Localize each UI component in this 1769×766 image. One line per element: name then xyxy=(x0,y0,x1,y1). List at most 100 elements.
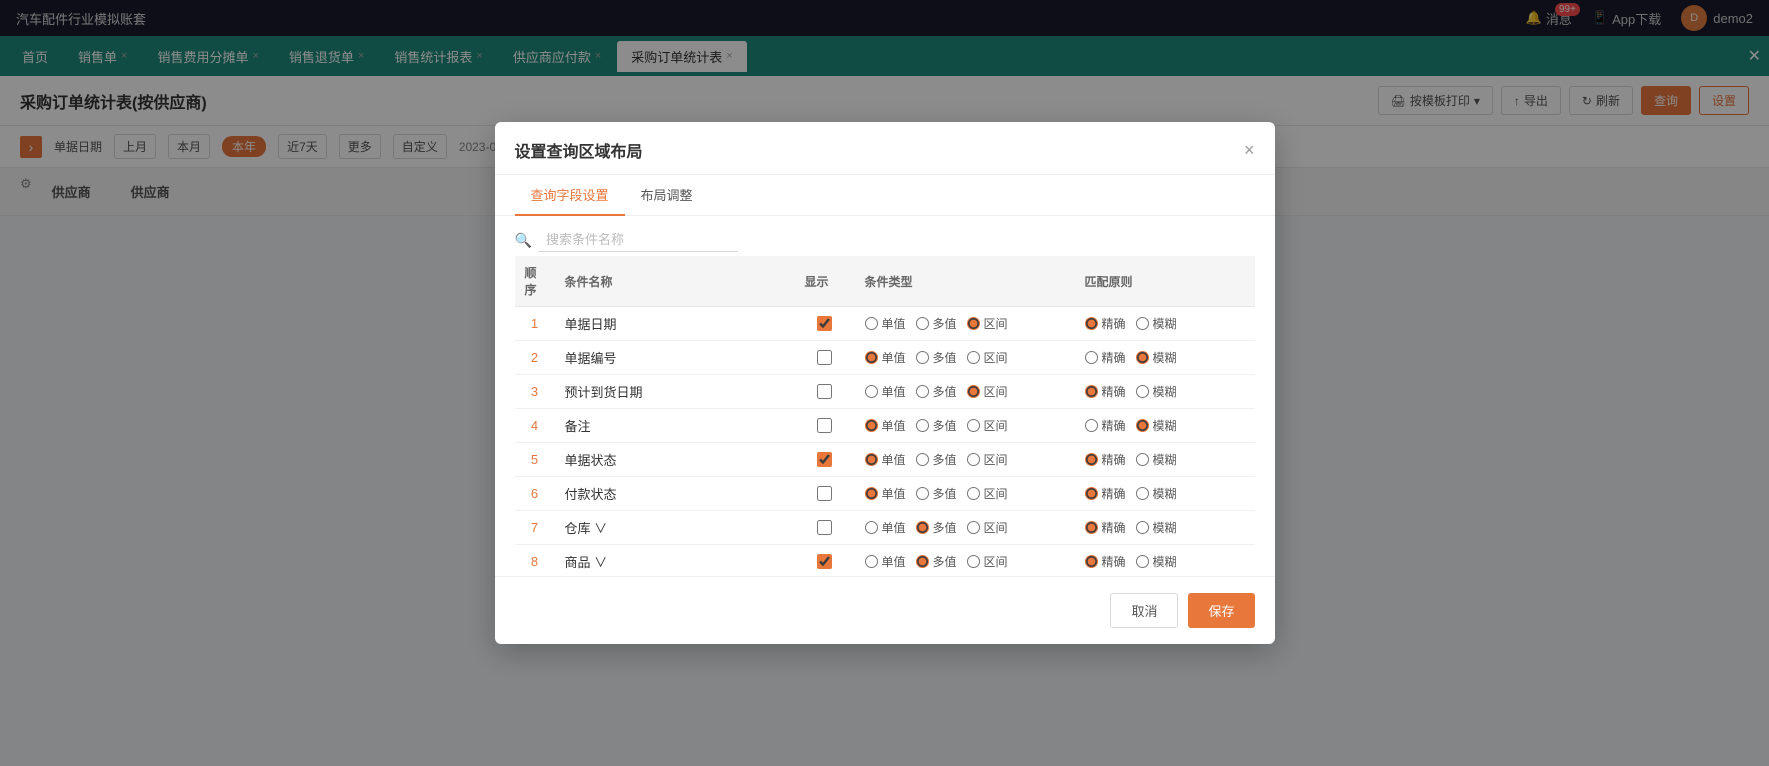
type-option[interactable]: 多值 xyxy=(916,485,957,502)
row-seq: 5 xyxy=(515,443,555,477)
type-option[interactable]: 多值 xyxy=(916,553,957,570)
row-type: 单值多值区间 xyxy=(855,545,1075,577)
dialog-footer: 取消 保存 xyxy=(495,576,1275,644)
type-option[interactable]: 区间 xyxy=(967,485,1008,502)
cancel-button[interactable]: 取消 xyxy=(1110,593,1178,628)
row-match: 精确模糊 xyxy=(1075,545,1255,577)
row-name: 仓库 ∨ xyxy=(555,511,795,545)
save-button[interactable]: 保存 xyxy=(1188,593,1254,628)
row-seq: 4 xyxy=(515,409,555,443)
th-show: 显示 xyxy=(795,256,855,307)
row-match: 精确模糊 xyxy=(1075,409,1255,443)
search-icon: 🔍 xyxy=(515,232,532,249)
show-checkbox[interactable] xyxy=(817,384,832,399)
show-checkbox[interactable] xyxy=(817,316,832,331)
row-show[interactable] xyxy=(795,341,855,375)
row-name: 单据日期 xyxy=(555,307,795,341)
match-option[interactable]: 模糊 xyxy=(1136,451,1177,468)
table-row: 1单据日期 单值多值区间 精确模糊 xyxy=(515,307,1255,341)
row-type: 单值多值区间 xyxy=(855,409,1075,443)
match-option[interactable]: 模糊 xyxy=(1136,417,1177,434)
row-type: 单值多值区间 xyxy=(855,341,1075,375)
type-option[interactable]: 单值 xyxy=(865,485,906,502)
dialog-tab-layout[interactable]: 布局调整 xyxy=(625,175,709,216)
row-show[interactable] xyxy=(795,477,855,511)
type-option[interactable]: 多值 xyxy=(916,451,957,468)
show-checkbox[interactable] xyxy=(817,350,832,365)
dialog-tab-query[interactable]: 查询字段设置 xyxy=(515,175,625,216)
row-seq: 7 xyxy=(515,511,555,545)
row-show[interactable] xyxy=(795,409,855,443)
match-option[interactable]: 模糊 xyxy=(1136,349,1177,366)
type-option[interactable]: 区间 xyxy=(967,519,1008,536)
type-option[interactable]: 多值 xyxy=(916,519,957,536)
type-option[interactable]: 区间 xyxy=(967,417,1008,434)
match-option[interactable]: 精确 xyxy=(1085,553,1126,570)
th-name: 条件名称 xyxy=(555,256,795,307)
field-table: 顺序 条件名称 显示 条件类型 匹配原则 1单据日期单值多值区间精确模糊2单据编… xyxy=(515,256,1255,576)
row-type: 单值多值区间 xyxy=(855,477,1075,511)
dialog-header: 设置查询区域布局 × xyxy=(495,122,1275,175)
show-checkbox[interactable] xyxy=(817,452,832,467)
table-row: 3预计到货日期单值多值区间精确模糊 xyxy=(515,375,1255,409)
show-checkbox[interactable] xyxy=(817,418,832,433)
match-option[interactable]: 精确 xyxy=(1085,451,1126,468)
row-match: 精确模糊 xyxy=(1075,307,1255,341)
match-option[interactable]: 模糊 xyxy=(1136,383,1177,400)
row-name: 商品 ∨ xyxy=(555,545,795,577)
type-option[interactable]: 单值 xyxy=(865,315,906,332)
match-option[interactable]: 模糊 xyxy=(1136,519,1177,536)
type-option[interactable]: 区间 xyxy=(967,383,1008,400)
row-match: 精确模糊 xyxy=(1075,511,1255,545)
match-option[interactable]: 精确 xyxy=(1085,349,1126,366)
type-option[interactable]: 多值 xyxy=(916,417,957,434)
th-match: 匹配原则 xyxy=(1075,256,1255,307)
row-show[interactable] xyxy=(795,375,855,409)
type-option[interactable]: 单值 xyxy=(865,519,906,536)
search-input[interactable] xyxy=(538,228,738,252)
match-option[interactable]: 精确 xyxy=(1085,519,1126,536)
match-option[interactable]: 精确 xyxy=(1085,315,1126,332)
match-option[interactable]: 模糊 xyxy=(1136,315,1177,332)
match-option[interactable]: 精确 xyxy=(1085,485,1126,502)
row-name: 付款状态 xyxy=(555,477,795,511)
show-checkbox[interactable] xyxy=(817,554,832,569)
row-show[interactable] xyxy=(795,511,855,545)
type-option[interactable]: 单值 xyxy=(865,417,906,434)
dialog: 设置查询区域布局 × 查询字段设置 布局调整 🔍 顺序 xyxy=(495,122,1275,644)
row-seq: 1 xyxy=(515,307,555,341)
table-row: 7仓库 ∨ 单值多值区间 精确模糊 xyxy=(515,511,1255,545)
type-option[interactable]: 区间 xyxy=(967,553,1008,570)
row-name: 预计到货日期 xyxy=(555,375,795,409)
modal-overlay: 设置查询区域布局 × 查询字段设置 布局调整 🔍 顺序 xyxy=(0,0,1769,766)
show-checkbox[interactable] xyxy=(817,486,832,501)
row-match: 精确模糊 xyxy=(1075,375,1255,409)
table-row: 5单据状态单值多值区间精确模糊 xyxy=(515,443,1255,477)
row-show[interactable] xyxy=(795,443,855,477)
row-seq: 3 xyxy=(515,375,555,409)
type-option[interactable]: 单值 xyxy=(865,553,906,570)
match-option[interactable]: 模糊 xyxy=(1136,553,1177,570)
row-seq: 6 xyxy=(515,477,555,511)
type-option[interactable]: 多值 xyxy=(916,315,957,332)
match-option[interactable]: 模糊 xyxy=(1136,485,1177,502)
match-option[interactable]: 精确 xyxy=(1085,383,1126,400)
row-show[interactable] xyxy=(795,307,855,341)
table-row: 4备注单值多值区间精确模糊 xyxy=(515,409,1255,443)
type-option[interactable]: 单值 xyxy=(865,349,906,366)
type-option[interactable]: 多值 xyxy=(916,383,957,400)
match-option[interactable]: 精确 xyxy=(1085,417,1126,434)
row-show[interactable] xyxy=(795,545,855,577)
dialog-search-area: 🔍 xyxy=(495,216,1275,256)
type-option[interactable]: 区间 xyxy=(967,451,1008,468)
show-checkbox[interactable] xyxy=(817,520,832,535)
dialog-body: 顺序 条件名称 显示 条件类型 匹配原则 1单据日期单值多值区间精确模糊2单据编… xyxy=(495,256,1275,576)
type-option[interactable]: 单值 xyxy=(865,383,906,400)
type-option[interactable]: 多值 xyxy=(916,349,957,366)
type-option[interactable]: 区间 xyxy=(967,349,1008,366)
type-option[interactable]: 区间 xyxy=(967,315,1008,332)
field-table-scroll[interactable]: 顺序 条件名称 显示 条件类型 匹配原则 1单据日期单值多值区间精确模糊2单据编… xyxy=(515,256,1255,576)
dialog-close-button[interactable]: × xyxy=(1244,141,1255,159)
type-option[interactable]: 单值 xyxy=(865,451,906,468)
row-type: 单值多值区间 xyxy=(855,375,1075,409)
